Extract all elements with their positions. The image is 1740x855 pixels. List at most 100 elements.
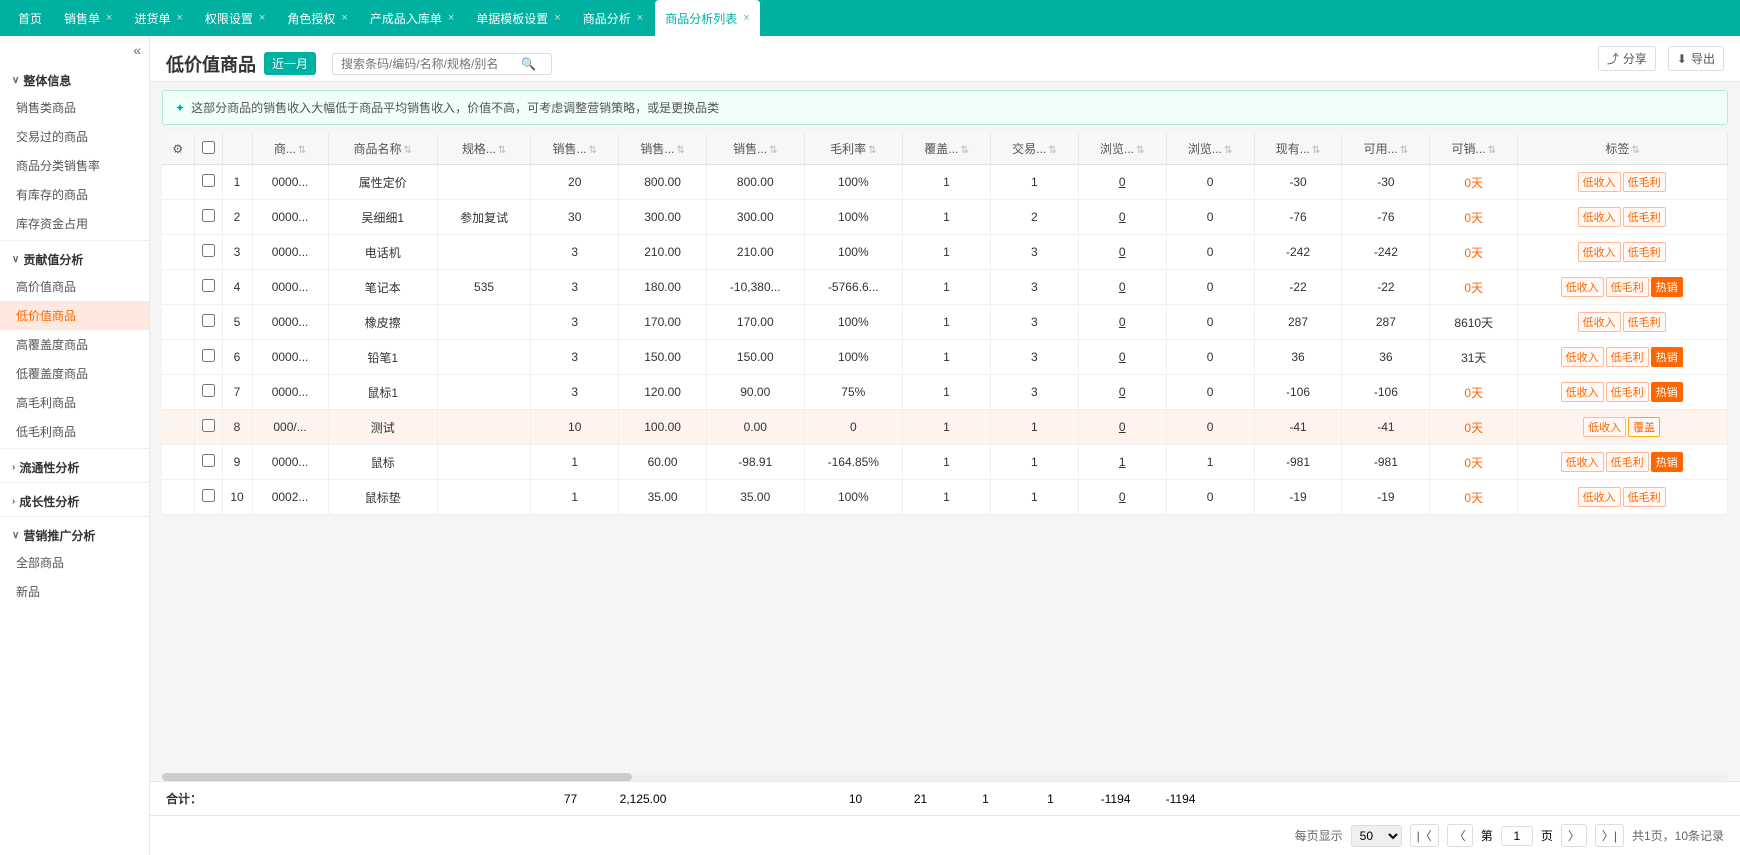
row-checkbox[interactable] bbox=[194, 305, 222, 340]
sidebar-item-category-rate[interactable]: 商品分类销售率 bbox=[0, 151, 149, 180]
row-col7[interactable]: 0 bbox=[1078, 480, 1166, 515]
col-view2[interactable]: 浏览...⇅ bbox=[1166, 133, 1254, 165]
nav-analysis-list-close[interactable]: × bbox=[743, 12, 749, 24]
row-check[interactable] bbox=[202, 244, 215, 257]
sidebar-item-stock-goods[interactable]: 有库存的商品 bbox=[0, 180, 149, 209]
nav-roles[interactable]: 角色授权 × bbox=[277, 0, 357, 36]
col-checkbox[interactable] bbox=[194, 133, 222, 165]
nav-permissions-close[interactable]: × bbox=[259, 12, 265, 24]
nav-analysis[interactable]: 商品分析 × bbox=[573, 0, 653, 36]
page-size-select[interactable]: 50 100 200 bbox=[1351, 825, 1402, 847]
nav-home[interactable]: 首页 bbox=[8, 0, 52, 36]
sidebar-item-high-coverage[interactable]: 高覆盖度商品 bbox=[0, 330, 149, 359]
sidebar-item-stock-funds[interactable]: 库存资金占用 bbox=[0, 209, 149, 238]
filter-recent-month-btn[interactable]: 近一月 bbox=[264, 52, 316, 75]
row-checkbox[interactable] bbox=[194, 200, 222, 235]
nav-purchase-close[interactable]: × bbox=[176, 12, 182, 24]
row-check[interactable] bbox=[202, 314, 215, 327]
row-checkbox[interactable] bbox=[194, 375, 222, 410]
search-input[interactable] bbox=[341, 57, 521, 71]
sidebar-group-marketing[interactable]: ∨ 营销推广分析 bbox=[0, 519, 149, 548]
row-check[interactable] bbox=[202, 209, 215, 222]
sidebar-item-traded-goods[interactable]: 交易过的商品 bbox=[0, 122, 149, 151]
row-check[interactable] bbox=[202, 174, 215, 187]
nav-analysis-close[interactable]: × bbox=[637, 12, 643, 24]
row-checkbox[interactable] bbox=[194, 270, 222, 305]
sidebar-group-overview[interactable]: ∨ 整体信息 bbox=[0, 64, 149, 93]
row-col7[interactable]: 0 bbox=[1078, 235, 1166, 270]
col-name[interactable]: 商品名称⇅ bbox=[328, 133, 437, 165]
sidebar-item-high-margin[interactable]: 高毛利商品 bbox=[0, 388, 149, 417]
sidebar-group-circulation[interactable]: › 流通性分析 bbox=[0, 451, 149, 480]
row-col1: 1 bbox=[531, 480, 619, 515]
sidebar-item-low-coverage[interactable]: 低覆盖度商品 bbox=[0, 359, 149, 388]
sidebar-item-sales-goods[interactable]: 销售类商品 bbox=[0, 93, 149, 122]
nav-permissions[interactable]: 权限设置 × bbox=[195, 0, 275, 36]
select-all-checkbox[interactable] bbox=[202, 141, 215, 154]
col-view1[interactable]: 浏览...⇅ bbox=[1078, 133, 1166, 165]
nav-analysis-list[interactable]: 商品分析列表 × bbox=[655, 0, 759, 36]
sidebar-item-low-margin[interactable]: 低毛利商品 bbox=[0, 417, 149, 446]
col-coverage[interactable]: 覆盖...⇅ bbox=[903, 133, 991, 165]
nav-sales-close[interactable]: × bbox=[106, 12, 112, 24]
nav-roles-close[interactable]: × bbox=[341, 12, 347, 24]
scrollbar-thumb[interactable] bbox=[162, 773, 632, 781]
sidebar-group-growth[interactable]: › 成长性分析 bbox=[0, 485, 149, 514]
col-tags[interactable]: 标签⇅ bbox=[1518, 133, 1728, 165]
row-check[interactable] bbox=[202, 419, 215, 432]
sidebar-item-all-goods[interactable]: 全部商品 bbox=[0, 548, 149, 577]
col-spec[interactable]: 规格...⇅ bbox=[437, 133, 530, 165]
sidebar-group-contribution[interactable]: ∨ 贡献值分析 bbox=[0, 243, 149, 272]
next-page-btn[interactable]: 〉 bbox=[1561, 824, 1587, 847]
nav-templates[interactable]: 单据模板设置 × bbox=[466, 0, 570, 36]
col-sales1[interactable]: 销售...⇅ bbox=[531, 133, 619, 165]
col-stock-current[interactable]: 现有...⇅ bbox=[1254, 133, 1342, 165]
col-stock-sellable[interactable]: 可销...⇅ bbox=[1430, 133, 1518, 165]
row-check[interactable] bbox=[202, 489, 215, 502]
last-page-btn[interactable]: 〉| bbox=[1595, 824, 1624, 847]
nav-purchase[interactable]: 进货单 × bbox=[124, 0, 192, 36]
col-sales2[interactable]: 销售...⇅ bbox=[619, 133, 707, 165]
row-col10: 36 bbox=[1342, 340, 1430, 375]
col-trade[interactable]: 交易...⇅ bbox=[990, 133, 1078, 165]
sidebar-collapse-btn[interactable]: « bbox=[133, 42, 141, 58]
row-checkbox[interactable] bbox=[194, 165, 222, 200]
nav-templates-close[interactable]: × bbox=[554, 12, 560, 24]
sidebar-item-high-value[interactable]: 高价值商品 bbox=[0, 272, 149, 301]
top-nav: 首页 销售单 × 进货单 × 权限设置 × 角色授权 × 产成品入库单 × 单据… bbox=[0, 0, 1740, 36]
sidebar-item-low-value[interactable]: 低价值商品 bbox=[0, 301, 149, 330]
col-code[interactable]: 商...⇅ bbox=[252, 133, 328, 165]
row-col7[interactable]: 0 bbox=[1078, 305, 1166, 340]
horizontal-scrollbar[interactable] bbox=[162, 773, 1728, 781]
col-settings[interactable]: ⚙ bbox=[162, 133, 194, 165]
row-checkbox[interactable] bbox=[194, 340, 222, 375]
prev-page-btn[interactable]: 〈 bbox=[1447, 824, 1473, 847]
row-check[interactable] bbox=[202, 384, 215, 397]
row-col7[interactable]: 1 bbox=[1078, 445, 1166, 480]
search-icon[interactable]: 🔍 bbox=[521, 57, 536, 71]
row-col7[interactable]: 0 bbox=[1078, 410, 1166, 445]
row-col7[interactable]: 0 bbox=[1078, 165, 1166, 200]
row-col7[interactable]: 0 bbox=[1078, 340, 1166, 375]
nav-products-close[interactable]: × bbox=[448, 12, 454, 24]
row-col7[interactable]: 0 bbox=[1078, 270, 1166, 305]
col-margin[interactable]: 毛利率⇅ bbox=[804, 133, 903, 165]
share-btn[interactable]: ⤴ 分享 bbox=[1598, 46, 1656, 71]
col-stock-available[interactable]: 可用...⇅ bbox=[1342, 133, 1430, 165]
row-checkbox[interactable] bbox=[194, 480, 222, 515]
row-check[interactable] bbox=[202, 279, 215, 292]
row-check[interactable] bbox=[202, 454, 215, 467]
row-col7[interactable]: 0 bbox=[1078, 375, 1166, 410]
page-input[interactable] bbox=[1501, 826, 1533, 846]
sidebar-item-new-goods[interactable]: 新品 bbox=[0, 577, 149, 606]
row-checkbox[interactable] bbox=[194, 445, 222, 480]
nav-sales[interactable]: 销售单 × bbox=[54, 0, 122, 36]
row-checkbox[interactable] bbox=[194, 410, 222, 445]
row-checkbox[interactable] bbox=[194, 235, 222, 270]
nav-products[interactable]: 产成品入库单 × bbox=[360, 0, 464, 36]
row-col7[interactable]: 0 bbox=[1078, 200, 1166, 235]
col-sales3[interactable]: 销售...⇅ bbox=[707, 133, 805, 165]
first-page-btn[interactable]: |〈 bbox=[1410, 824, 1439, 847]
export-btn[interactable]: ⬇ 导出 bbox=[1668, 46, 1724, 71]
row-check[interactable] bbox=[202, 349, 215, 362]
